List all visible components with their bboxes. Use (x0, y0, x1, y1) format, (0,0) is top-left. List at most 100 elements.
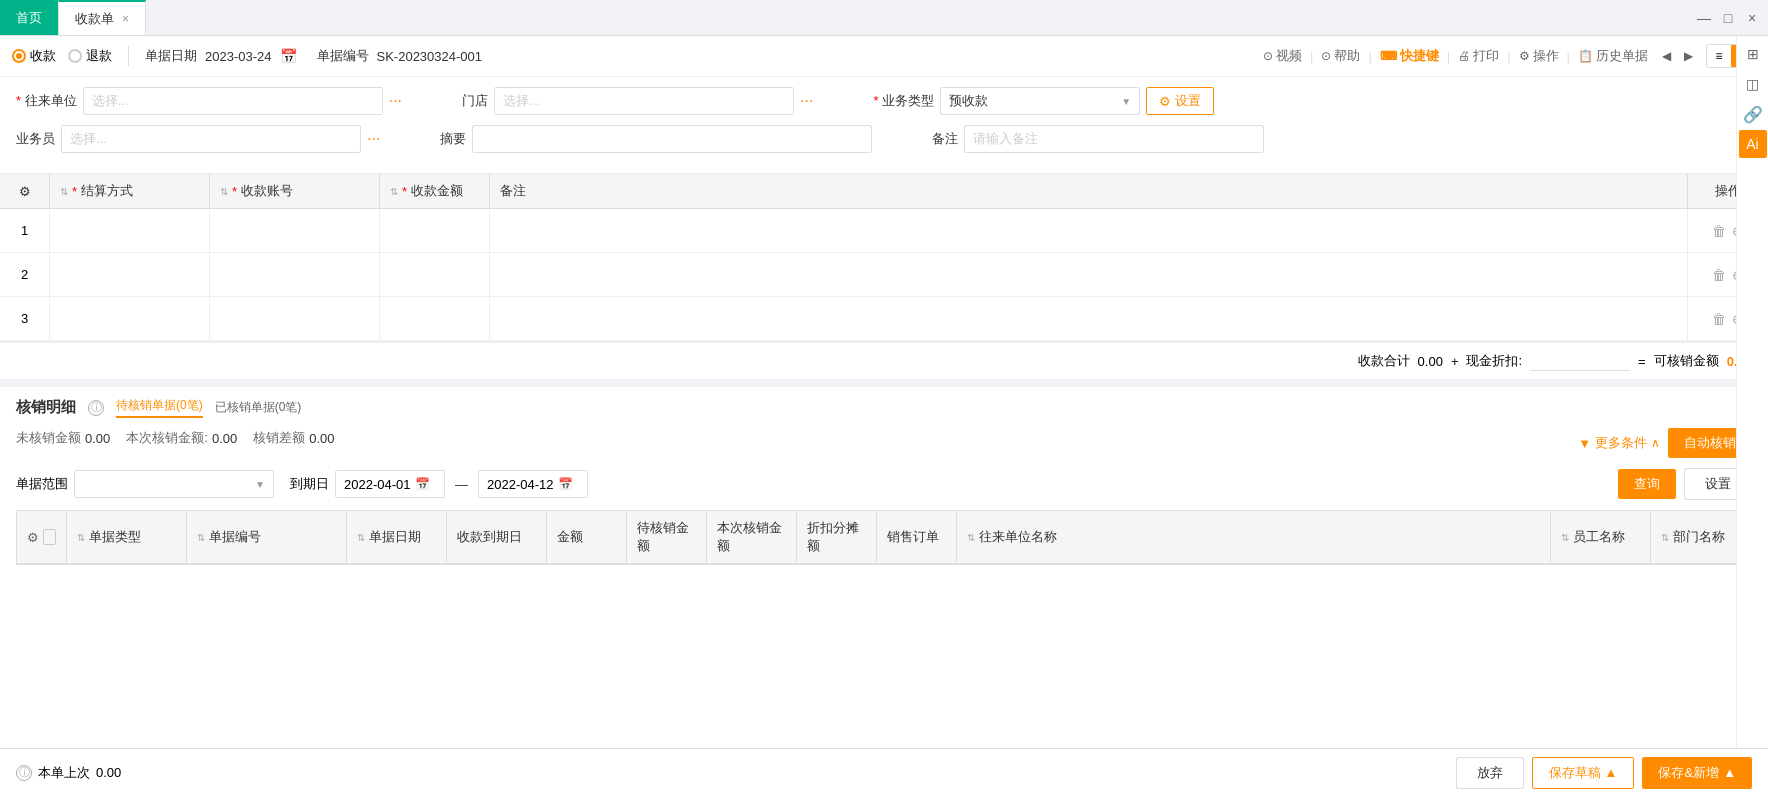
partner-input[interactable]: 选择... (83, 87, 383, 115)
footer-info-icon[interactable]: ⓘ (16, 765, 32, 781)
writeoff-title: 核销明细 (16, 398, 76, 417)
staff-more-btn[interactable]: ··· (367, 130, 380, 148)
footer-left: ⓘ 本单上次 0.00 (16, 764, 121, 782)
history-link[interactable]: 📋 历史单据 (1578, 47, 1648, 65)
summary-row: 收款合计 0.00 + 现金折扣: = 可核销金额 0.00 (0, 342, 1768, 379)
due-date-label: 到期日 (290, 475, 329, 493)
tab-home[interactable]: 首页 (0, 0, 58, 35)
filter-left: 单据范围 ▼ 到期日 2022-04-01 📅 — 2022-04-12 (16, 470, 588, 498)
sidebar-icon-link[interactable]: 🔗 (1739, 100, 1767, 128)
nav-next[interactable]: ▶ (1678, 46, 1698, 66)
close-button[interactable]: × (1744, 10, 1760, 26)
row3-idx: 3 (0, 297, 50, 340)
row2-settlement[interactable] (50, 253, 210, 296)
writeoff-info-icon[interactable]: ⓘ (88, 400, 104, 416)
help-link[interactable]: ⊙ 帮助 (1321, 47, 1360, 65)
date-from-input[interactable]: 2022-04-01 📅 (335, 470, 445, 498)
row2-account[interactable] (210, 253, 380, 296)
tab-receipt-label: 收款单 (75, 10, 114, 28)
abstract-input[interactable] (472, 125, 872, 153)
row2-remark[interactable] (490, 253, 1688, 296)
header-settlement: ⇅*结算方式 (50, 174, 210, 208)
bottom-header-discount: 折扣分摊额 (797, 511, 877, 563)
this-cancel-value: 0.00 (212, 431, 237, 446)
staff-input[interactable]: 选择... (61, 125, 361, 153)
table-row: 1 🗑 ⊕ (0, 209, 1768, 253)
diff-stat: 核销差额 0.00 (253, 429, 334, 447)
row3-account[interactable] (210, 297, 380, 340)
table-row: 3 🗑 ⊕ (0, 297, 1768, 341)
sidebar-icon-1[interactable]: ⊞ (1739, 40, 1767, 68)
operation-link[interactable]: ⚙ 操作 (1519, 47, 1559, 65)
radio-refund[interactable]: 退款 (68, 47, 112, 65)
row1-delete-icon[interactable]: 🗑 (1712, 223, 1726, 239)
footer-bottom-value: 0.00 (96, 765, 121, 780)
calendar-icon[interactable]: 📅 (280, 48, 297, 64)
range-field: 单据范围 ▼ (16, 470, 274, 498)
footer-right: 放弃 保存草稿 ▲ 保存&新增 ▲ (1456, 757, 1752, 789)
draft-btn[interactable]: 保存草稿 ▲ (1532, 757, 1635, 789)
pending-tab[interactable]: 待核销单据(0笔) (116, 397, 203, 418)
row2-amount[interactable] (380, 253, 490, 296)
remark-field: 备注 请输入备注 (932, 125, 1264, 153)
more-filters-btn[interactable]: ▼ 更多条件 ∧ (1578, 434, 1660, 452)
bottom-header-sales: 销售订单 (877, 511, 957, 563)
tab-receipt[interactable]: 收款单 × (58, 0, 146, 35)
print-link[interactable]: 🖨 打印 (1458, 47, 1499, 65)
diff-label: 核销差额 (253, 429, 305, 447)
partner-more-btn[interactable]: ··· (389, 92, 402, 110)
partner-label: * 往来单位 (16, 92, 77, 110)
abandon-btn[interactable]: 放弃 (1456, 757, 1524, 789)
doc-number-label: 单据编号 (317, 47, 369, 65)
right-sidebar: ⊞ ◫ 🔗 Ai (1736, 36, 1768, 796)
range-select[interactable]: ▼ (74, 470, 274, 498)
row3-settlement[interactable] (50, 297, 210, 340)
doc-date-value: 2023-03-24 (205, 49, 272, 64)
row2-delete-icon[interactable]: 🗑 (1712, 267, 1726, 283)
receipt-table: ⚙ ⇅*结算方式 ⇅*收款账号 ⇅*收款金额 备注 操作 1 (0, 173, 1768, 342)
radio-receipt[interactable]: 收款 (12, 47, 56, 65)
view-list[interactable]: ≡ (1707, 45, 1731, 67)
query-btn[interactable]: 查询 (1618, 469, 1676, 499)
draft-btn-label: 保存草稿 (1549, 764, 1601, 782)
row1-amount[interactable] (380, 209, 490, 252)
bottom-header-checkbox[interactable]: ⚙ (17, 511, 67, 563)
maximize-button[interactable]: □ (1720, 10, 1736, 26)
settings-button[interactable]: ⚙设置 (1146, 87, 1214, 115)
save-new-btn[interactable]: 保存&新增 ▲ (1642, 757, 1752, 789)
tab-bar: 首页 收款单 × — □ × (0, 0, 1768, 36)
discount-input[interactable] (1530, 351, 1630, 371)
save-new-btn-label: 保存&新增 (1658, 764, 1719, 782)
store-input[interactable]: 选择... (494, 87, 794, 115)
row1-account[interactable] (210, 209, 380, 252)
receipt-type-radio: 收款 退款 (12, 47, 112, 65)
bottom-header-this: 本次核销金额 (707, 511, 797, 563)
shortcut-link[interactable]: ⌨ 快捷键 (1380, 47, 1439, 65)
equals-sign: = (1638, 354, 1646, 369)
row3-amount[interactable] (380, 297, 490, 340)
video-link[interactable]: ⊙ 视频 (1263, 47, 1302, 65)
row1-remark[interactable] (490, 209, 1688, 252)
remark-label: 备注 (932, 130, 958, 148)
done-tab[interactable]: 已核销单据(0笔) (215, 399, 302, 416)
sidebar-icon-2[interactable]: ◫ (1739, 70, 1767, 98)
store-more-btn[interactable]: ··· (800, 92, 813, 110)
nav-prev[interactable]: ◀ (1656, 46, 1676, 66)
remark-input[interactable]: 请输入备注 (964, 125, 1264, 153)
form-row-2: 业务员 选择... ··· 摘要 备注 请输入备注 (16, 125, 1752, 153)
minimize-button[interactable]: — (1696, 10, 1712, 26)
sidebar-icon-ai[interactable]: Ai (1739, 130, 1767, 158)
row1-settlement[interactable] (50, 209, 210, 252)
bottom-gear-icon[interactable]: ⚙ (27, 530, 39, 545)
draft-chevron-icon: ▲ (1605, 765, 1618, 780)
radio-refund-label: 退款 (86, 47, 112, 65)
tab-close-icon[interactable]: × (122, 12, 129, 26)
bottom-table-header: ⚙ ⇅单据类型 ⇅单据编号 ⇅单据日期 收款到期日 金额 待核销金额 本次 (16, 510, 1752, 565)
toolbar-divider (128, 46, 129, 66)
row3-delete-icon[interactable]: 🗑 (1712, 311, 1726, 327)
header-gear[interactable]: ⚙ (0, 174, 50, 208)
biz-type-select[interactable]: 预收款 ▼ (940, 87, 1140, 115)
row3-remark[interactable] (490, 297, 1688, 340)
date-to-input[interactable]: 2022-04-12 📅 (478, 470, 588, 498)
header-checkbox[interactable] (43, 529, 56, 545)
